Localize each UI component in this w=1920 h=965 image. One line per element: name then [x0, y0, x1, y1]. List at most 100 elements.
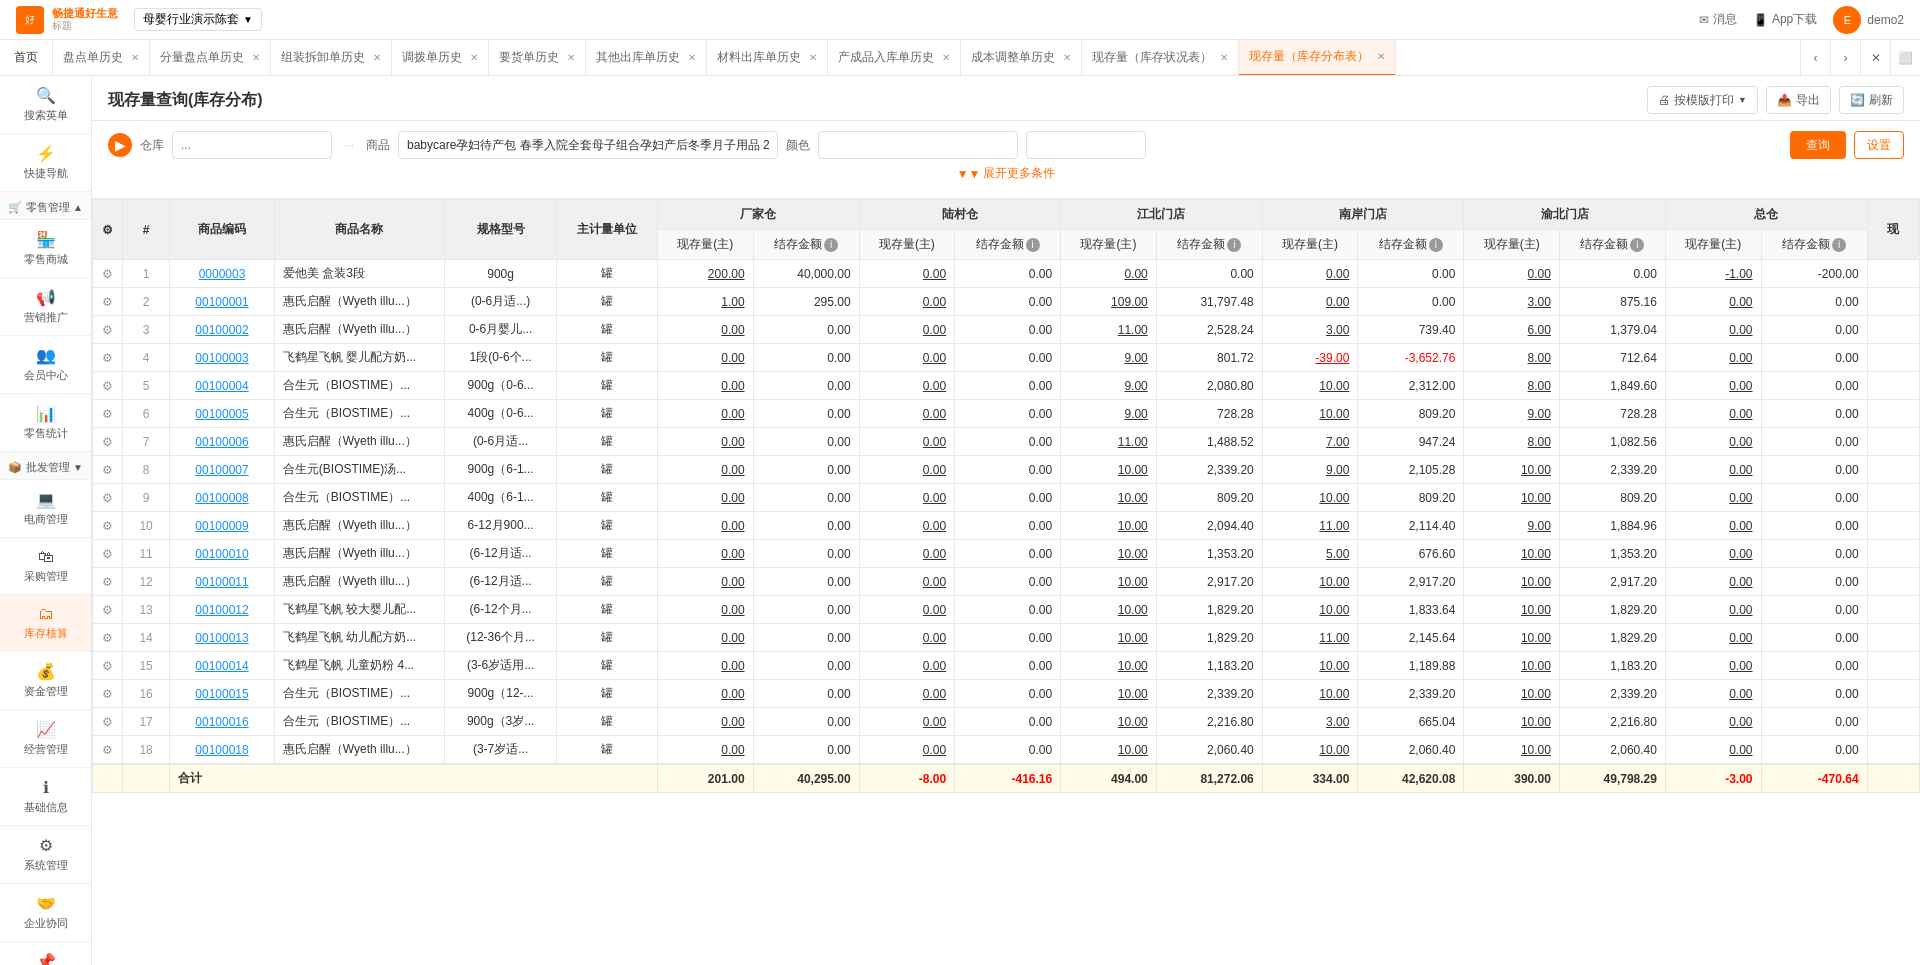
close-icon[interactable]: ✕ — [809, 52, 817, 63]
table-cell[interactable]: 0.00 — [859, 400, 955, 428]
table-cell[interactable]: 11.00 — [1262, 624, 1358, 652]
table-cell[interactable]: 10.00 — [1464, 624, 1560, 652]
table-cell[interactable]: 10.00 — [1464, 680, 1560, 708]
table-cell[interactable]: 00100007 — [170, 456, 275, 484]
table-cell[interactable]: 3.00 — [1262, 708, 1358, 736]
table-cell[interactable]: 0.00 — [859, 568, 955, 596]
row-gear-icon[interactable]: ⚙ — [102, 295, 113, 309]
table-cell[interactable]: 0.00 — [859, 596, 955, 624]
app-download-btn[interactable]: 📱 App下载 — [1753, 11, 1817, 28]
table-cell[interactable]: 0.00 — [658, 372, 754, 400]
close-icon[interactable]: ✕ — [942, 52, 950, 63]
tab-inventory-single[interactable]: 盘点单历史 ✕ — [53, 40, 150, 76]
table-cell[interactable]: ⚙ — [93, 484, 123, 512]
toggle-arrow[interactable]: ▶ — [108, 133, 132, 157]
table-cell[interactable]: 0000003 — [170, 260, 275, 288]
row-gear-icon[interactable]: ⚙ — [102, 351, 113, 365]
table-cell[interactable]: 0.00 — [1665, 540, 1761, 568]
table-cell[interactable]: 9.00 — [1061, 400, 1157, 428]
close-icon[interactable]: ✕ — [567, 52, 575, 63]
table-cell[interactable]: 3.00 — [1464, 288, 1560, 316]
table-cell[interactable]: 00100008 — [170, 484, 275, 512]
table-cell[interactable]: 10.00 — [1464, 568, 1560, 596]
table-cell[interactable]: 8.00 — [1464, 372, 1560, 400]
sidebar-item-guide[interactable]: 📌 新手引导 — [0, 942, 91, 965]
table-cell[interactable]: ⚙ — [93, 708, 123, 736]
row-gear-icon[interactable]: ⚙ — [102, 547, 113, 561]
info-icon-4[interactable]: i — [1429, 238, 1443, 252]
tab-transfer[interactable]: 调拨单历史 ✕ — [392, 40, 489, 76]
table-cell[interactable]: 11.00 — [1061, 316, 1157, 344]
sidebar-item-purchase[interactable]: 🛍 采购管理 — [0, 538, 91, 595]
close-icon[interactable]: ✕ — [1063, 52, 1071, 63]
row-gear-icon[interactable]: ⚙ — [102, 491, 113, 505]
table-cell[interactable]: ⚙ — [93, 624, 123, 652]
row-gear-icon[interactable]: ⚙ — [102, 659, 113, 673]
tab-other-out[interactable]: 其他出库单历史 ✕ — [586, 40, 707, 76]
sidebar-item-search[interactable]: 🔍 搜索英单 — [0, 76, 91, 134]
table-cell[interactable]: 0.00 — [1665, 736, 1761, 765]
product-input[interactable] — [398, 131, 778, 159]
tab-home[interactable]: 首页 — [0, 40, 53, 76]
table-cell[interactable]: 0.00 — [1262, 260, 1358, 288]
table-cell[interactable]: 10.00 — [1061, 708, 1157, 736]
table-cell[interactable]: 0.00 — [1665, 708, 1761, 736]
table-cell[interactable]: 0.00 — [1665, 484, 1761, 512]
table-cell[interactable]: 0.00 — [1665, 624, 1761, 652]
table-cell[interactable]: ⚙ — [93, 316, 123, 344]
table-cell[interactable]: 0.00 — [859, 372, 955, 400]
table-cell[interactable]: 10.00 — [1061, 512, 1157, 540]
tab-next-btn[interactable]: › — [1830, 40, 1860, 76]
close-icon[interactable]: ✕ — [688, 52, 696, 63]
print-btn[interactable]: 🖨 按模版打印 ▼ — [1647, 86, 1758, 114]
tab-cost-adjust[interactable]: 成本调整单历史 ✕ — [961, 40, 1082, 76]
row-gear-icon[interactable]: ⚙ — [102, 603, 113, 617]
industry-selector[interactable]: 母婴行业演示陈套 ▼ — [134, 8, 262, 31]
table-cell[interactable]: 00100015 — [170, 680, 275, 708]
table-cell[interactable]: 7.00 — [1262, 428, 1358, 456]
tab-stock-dist[interactable]: 现存量（库存分布表） ✕ — [1239, 40, 1396, 76]
table-cell[interactable]: 9.00 — [1464, 512, 1560, 540]
sidebar-item-finance[interactable]: 💰 资金管理 — [0, 652, 91, 710]
table-cell[interactable]: 109.00 — [1061, 288, 1157, 316]
table-cell[interactable]: 0.00 — [658, 680, 754, 708]
table-cell[interactable]: ⚙ — [93, 512, 123, 540]
table-cell[interactable]: 10.00 — [1262, 484, 1358, 512]
export-btn[interactable]: 📤 导出 — [1766, 86, 1831, 114]
row-gear-icon[interactable]: ⚙ — [102, 407, 113, 421]
refresh-btn[interactable]: 🔄 刷新 — [1839, 86, 1904, 114]
table-cell[interactable]: 9.00 — [1061, 372, 1157, 400]
info-icon-3[interactable]: i — [1227, 238, 1241, 252]
table-cell[interactable]: 0.00 — [658, 400, 754, 428]
table-cell[interactable]: 00100010 — [170, 540, 275, 568]
table-cell[interactable]: 10.00 — [1464, 596, 1560, 624]
table-cell[interactable]: 10.00 — [1061, 540, 1157, 568]
info-icon-2[interactable]: i — [1026, 238, 1040, 252]
table-cell[interactable]: 5.00 — [1262, 540, 1358, 568]
table-cell[interactable]: 8.00 — [1464, 428, 1560, 456]
sidebar-item-enterprise[interactable]: 🤝 企业协同 — [0, 884, 91, 942]
table-cell[interactable]: 0.00 — [1665, 596, 1761, 624]
table-cell[interactable]: 00100004 — [170, 372, 275, 400]
table-cell[interactable]: 10.00 — [1464, 540, 1560, 568]
table-cell[interactable]: ⚙ — [93, 372, 123, 400]
table-cell[interactable]: 0.00 — [658, 344, 754, 372]
table-cell[interactable]: 10.00 — [1262, 680, 1358, 708]
table-cell[interactable]: 11.00 — [1262, 512, 1358, 540]
sidebar-item-retail-shop[interactable]: 🏪 零售商城 — [0, 220, 91, 278]
table-cell[interactable]: 10.00 — [1061, 736, 1157, 765]
table-cell[interactable]: ⚙ — [93, 652, 123, 680]
tab-stock-status[interactable]: 现存量（库存状况表） ✕ — [1082, 40, 1239, 76]
table-cell[interactable]: 10.00 — [1464, 652, 1560, 680]
table-cell[interactable]: 0.00 — [1665, 344, 1761, 372]
table-cell[interactable]: 9.00 — [1061, 344, 1157, 372]
table-cell[interactable]: 0.00 — [1665, 428, 1761, 456]
row-gear-icon[interactable]: ⚙ — [102, 463, 113, 477]
table-cell[interactable]: 10.00 — [1061, 652, 1157, 680]
color-input[interactable] — [818, 131, 1018, 159]
table-cell[interactable]: 00100011 — [170, 568, 275, 596]
table-cell[interactable]: 0.00 — [859, 288, 955, 316]
sidebar-item-member[interactable]: 👥 会员中心 — [0, 336, 91, 394]
close-icon[interactable]: ✕ — [373, 52, 381, 63]
table-cell[interactable]: 0.00 — [658, 568, 754, 596]
